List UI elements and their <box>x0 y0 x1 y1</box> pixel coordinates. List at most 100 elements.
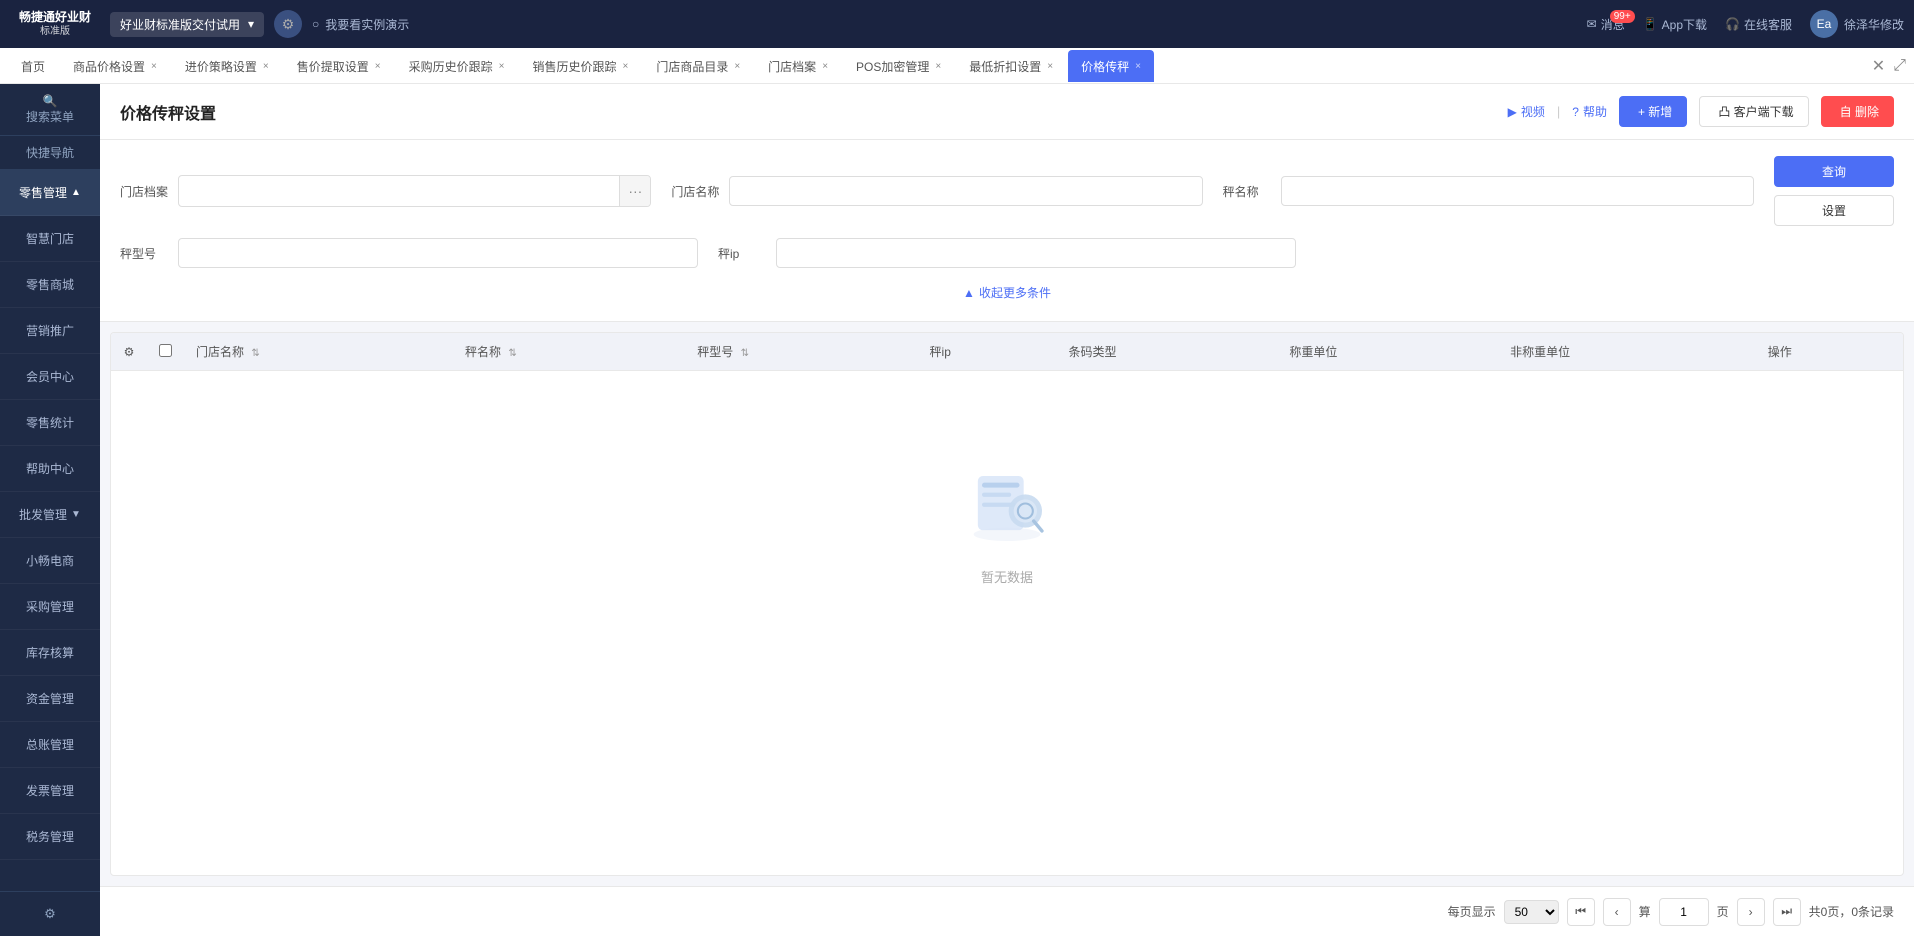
th-settings[interactable]: ⚙ <box>111 333 147 371</box>
per-page-select[interactable]: 10 20 50 100 <box>1504 900 1559 924</box>
first-page-button[interactable]: ⏮ <box>1567 898 1595 926</box>
tab-product-price-close[interactable]: × <box>151 61 157 72</box>
filter-store-archive-btn[interactable]: ··· <box>619 176 650 206</box>
tab-product-price[interactable]: 商品价格设置 × <box>60 50 170 82</box>
empty-state-text: 暂无数据 <box>981 567 1033 586</box>
sidebar-item-help[interactable]: 帮助中心 <box>0 446 100 492</box>
tab-sales-history-close[interactable]: × <box>622 61 628 72</box>
page-header: 价格传秤设置 ▶ 视频 | ? 帮助 + 新增 <box>100 84 1914 140</box>
filter-settings-button[interactable]: 设置 <box>1774 195 1894 226</box>
filter-store-archive-input-wrap: ··· <box>178 175 651 207</box>
delete-button[interactable]: 自 删除 <box>1821 96 1894 127</box>
online-service-button[interactable]: 🎧 在线客服 <box>1725 16 1792 33</box>
tab-price-scale-close[interactable]: × <box>1135 61 1141 72</box>
tab-sale-extract-close[interactable]: × <box>375 61 381 72</box>
tab-min-discount[interactable]: 最低折扣设置 × <box>956 50 1066 82</box>
tab-sales-history[interactable]: 销售历史价跟踪 × <box>519 50 641 82</box>
sidebar-item-tax[interactable]: 税务管理 <box>0 814 100 860</box>
play-icon: ▶ <box>1508 105 1517 119</box>
sidebar-item-invoice[interactable]: 发票管理 <box>0 768 100 814</box>
version-selector[interactable]: 好业财标准版交付试用 ▾ <box>110 12 264 37</box>
sidebar-item-inventory[interactable]: 库存核算 <box>0 630 100 676</box>
tab-purchase-strategy-close[interactable]: × <box>263 61 269 72</box>
sort-scale-model-icon[interactable]: ⇅ <box>741 348 749 359</box>
sidebar-item-invoice-label: 发票管理 <box>26 782 74 799</box>
tab-home[interactable]: 首页 <box>8 50 58 82</box>
tab-purchase-history-close[interactable]: × <box>499 61 505 72</box>
filter-scale-model-input[interactable] <box>178 238 698 268</box>
next-page-button[interactable]: › <box>1737 898 1765 926</box>
tab-purchase-strategy-label: 进价策略设置 <box>185 58 257 75</box>
demo-text: 我要看实例演示 <box>325 16 409 33</box>
sidebar-item-retail-mall[interactable]: 零售商城 <box>0 262 100 308</box>
demo-link[interactable]: ○ 我要看实例演示 <box>312 16 409 33</box>
sidebar-quick-nav[interactable]: 快捷导航 <box>0 136 100 170</box>
page-number-input[interactable] <box>1659 898 1709 926</box>
settings-icon[interactable]: ⚙ <box>274 10 302 38</box>
help-link[interactable]: ? 帮助 <box>1572 103 1607 120</box>
filter-store-name-input[interactable] <box>729 176 1202 206</box>
select-all-checkbox[interactable] <box>159 344 172 357</box>
message-button[interactable]: ✉ 消息 99+ <box>1587 16 1625 33</box>
filter-store-name-label: 门店名称 <box>671 183 721 200</box>
filter-scale-name-input[interactable] <box>1281 176 1754 206</box>
filter-store-archive-input[interactable] <box>179 176 619 206</box>
user-area[interactable]: Ea 徐泽华修改 <box>1810 10 1904 38</box>
sidebar-item-marketing[interactable]: 营销推广 <box>0 308 100 354</box>
tab-pos-encrypt[interactable]: POS加密管理 × <box>843 50 954 82</box>
filter-row-1: 门店档案 ··· 门店名称 秤名称 查询 设置 <box>120 156 1894 226</box>
sidebar-item-finance-label: 资金管理 <box>26 690 74 707</box>
table-header-row: ⚙ 门店名称 ⇅ 秤名称 ⇅ 秤型号 <box>111 333 1903 371</box>
sidebar-item-retail-stats[interactable]: 零售统计 <box>0 400 100 446</box>
filter-store-archive-label: 门店档案 <box>120 183 170 200</box>
empty-state-icon <box>957 451 1057 551</box>
sidebar-item-ecommerce[interactable]: 小畅电商 <box>0 538 100 584</box>
tab-sale-extract[interactable]: 售价提取设置 × <box>284 50 394 82</box>
last-page-button[interactable]: ⏭ <box>1773 898 1801 926</box>
sidebar-item-smart-store[interactable]: 智慧门店 <box>0 216 100 262</box>
sort-store-name-icon[interactable]: ⇅ <box>251 348 259 359</box>
sidebar-item-retail-label: 零售管理 <box>19 184 67 201</box>
th-scale-ip: 秤ip <box>918 333 1057 371</box>
app-download-button[interactable]: 📱 App下载 <box>1643 16 1707 33</box>
th-weight-unit: 称重单位 <box>1277 333 1498 371</box>
sidebar-item-finance[interactable]: 资金管理 <box>0 676 100 722</box>
sidebar-search[interactable]: 🔍 搜索菜单 <box>0 84 100 136</box>
tab-store-archive[interactable]: 门店档案 × <box>755 50 841 82</box>
filter-scale-ip-input[interactable] <box>776 238 1296 268</box>
tab-product-price-label: 商品价格设置 <box>73 58 145 75</box>
sidebar-item-retail[interactable]: 零售管理 ▲ <box>0 170 100 216</box>
th-checkbox[interactable] <box>147 333 184 371</box>
sidebar-item-wholesale[interactable]: 批发管理 ▼ <box>0 492 100 538</box>
add-button[interactable]: + 新增 <box>1619 96 1687 127</box>
sidebar-item-ledger-label: 总账管理 <box>26 736 74 753</box>
sidebar-item-members[interactable]: 会员中心 <box>0 354 100 400</box>
tab-price-scale[interactable]: 价格传秤 × <box>1068 50 1154 82</box>
tab-min-discount-close[interactable]: × <box>1047 61 1053 72</box>
tab-purchase-history[interactable]: 采购历史价跟踪 × <box>396 50 518 82</box>
sort-scale-name-icon[interactable]: ⇅ <box>508 348 516 359</box>
separator: | <box>1557 104 1560 119</box>
gear-icon: ⚙ <box>44 906 56 921</box>
filter-area: 门店档案 ··· 门店名称 秤名称 查询 设置 <box>100 140 1914 322</box>
question-icon: ? <box>1572 105 1579 119</box>
collapse-button[interactable]: ▲ 收起更多条件 <box>120 280 1894 305</box>
filter-scale-name: 秤名称 <box>1223 176 1754 206</box>
prev-page-button[interactable]: ‹ <box>1603 898 1631 926</box>
close-all-tabs-button[interactable]: ✕ <box>1872 56 1885 76</box>
tab-store-catalog[interactable]: 门店商品目录 × <box>643 50 753 82</box>
video-link[interactable]: ▶ 视频 <box>1508 103 1545 120</box>
per-page-label: 每页显示 <box>1448 903 1496 920</box>
total-info: 共0页，0条记录 <box>1809 903 1894 920</box>
message-badge: 99+ <box>1610 10 1635 23</box>
tab-purchase-strategy[interactable]: 进价策略设置 × <box>172 50 282 82</box>
expand-tabs-button[interactable]: ⤢ <box>1893 57 1906 75</box>
sidebar-item-ledger[interactable]: 总账管理 <box>0 722 100 768</box>
tab-store-catalog-close[interactable]: × <box>734 61 740 72</box>
sidebar-settings-button[interactable]: ⚙ <box>0 891 100 936</box>
query-button[interactable]: 查询 <box>1774 156 1894 187</box>
client-download-button[interactable]: 凸 客户端下载 <box>1699 96 1808 127</box>
sidebar-item-purchase[interactable]: 采购管理 <box>0 584 100 630</box>
tab-pos-encrypt-close[interactable]: × <box>935 61 941 72</box>
tab-store-archive-close[interactable]: × <box>822 61 828 72</box>
